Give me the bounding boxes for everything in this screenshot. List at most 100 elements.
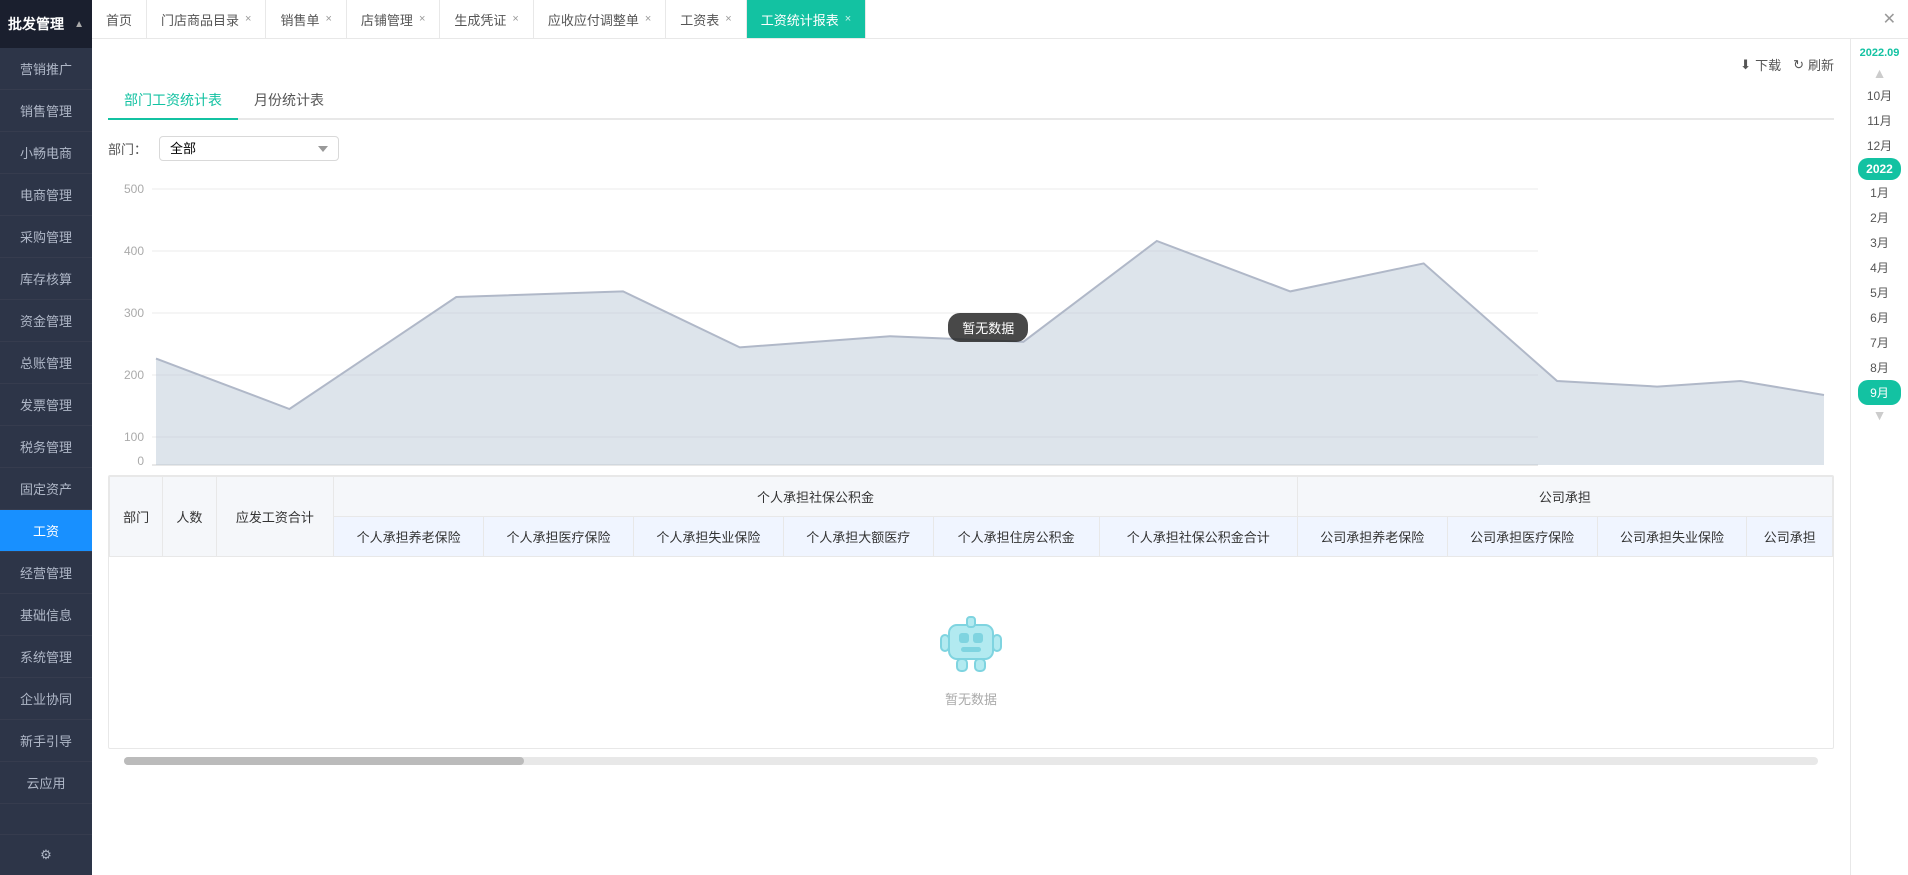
- timeline-month-4[interactable]: 1月: [1858, 180, 1901, 205]
- sidebar-item-13[interactable]: 基础信息: [0, 594, 92, 636]
- download-icon: ⬇: [1740, 57, 1751, 73]
- download-button[interactable]: ⬇ 下载: [1740, 55, 1781, 74]
- timeline-up-arrow[interactable]: ▲: [1873, 63, 1887, 83]
- tab-close-1[interactable]: ×: [245, 14, 251, 25]
- refresh-icon: ↻: [1793, 57, 1804, 73]
- download-label: 下载: [1755, 55, 1781, 74]
- tab-item-3[interactable]: 店铺管理 ×: [347, 0, 440, 38]
- sidebar-item-6[interactable]: 资金管理: [0, 300, 92, 342]
- tab-label-6: 工资表: [680, 10, 719, 29]
- tab-close-4[interactable]: ×: [512, 14, 518, 25]
- sidebar-item-11[interactable]: 工资: [0, 510, 92, 552]
- tab-item-7[interactable]: 工资统计报表×: [747, 0, 866, 38]
- sub-tab-0[interactable]: 部门工资统计表: [108, 82, 238, 120]
- tab-close-7[interactable]: ×: [845, 14, 851, 25]
- sidebar-item-8[interactable]: 发票管理: [0, 384, 92, 426]
- timeline-month-11[interactable]: 8月: [1858, 355, 1901, 380]
- svg-text:200: 200: [124, 368, 144, 382]
- th-personal-medical: 个人承担医疗保险: [484, 517, 634, 557]
- sidebar-item-7[interactable]: 总账管理: [0, 342, 92, 384]
- main-area: 首页门店商品目录×销售单×店铺管理×生成凭证×应收应付调整单×工资表×工资统计报…: [92, 0, 1908, 875]
- horizontal-scrollbar[interactable]: [124, 757, 1818, 765]
- tab-close-2[interactable]: ×: [325, 14, 331, 25]
- empty-state: 暂无数据: [109, 557, 1833, 748]
- th-company-other: 公司承担: [1747, 517, 1833, 557]
- toolbar-right: ⬇ 下载 ↻ 刷新: [1740, 55, 1834, 74]
- sub-tab-1[interactable]: 月份统计表: [238, 82, 340, 120]
- sidebar-item-12[interactable]: 经营管理: [0, 552, 92, 594]
- refresh-label: 刷新: [1808, 55, 1834, 74]
- tab-bar-close-btn[interactable]: ✕: [1871, 1, 1908, 37]
- timeline-month-0[interactable]: 10月: [1858, 83, 1901, 108]
- th-company-medical: 公司承担医疗保险: [1447, 517, 1597, 557]
- scrollbar-thumb[interactable]: [124, 757, 524, 765]
- tab-item-4[interactable]: 生成凭证 ×: [440, 0, 533, 38]
- sidebar-item-0[interactable]: 营销推广: [0, 48, 92, 90]
- tab-close-3[interactable]: ×: [419, 14, 425, 25]
- svg-text:300: 300: [124, 306, 144, 320]
- timeline-panel: 2022.09 ▲ 10月11月12月20221月2月3月4月5月6月7月8月9…: [1850, 39, 1908, 875]
- timeline-month-8[interactable]: 5月: [1858, 280, 1901, 305]
- sidebar-settings[interactable]: ⚙: [0, 834, 92, 875]
- tab-label-4: 生成凭证: [454, 10, 506, 29]
- th-company-pension: 公司承担养老保险: [1297, 517, 1447, 557]
- empty-text: 暂无数据: [945, 689, 997, 708]
- tab-item-0[interactable]: 首页: [92, 0, 147, 38]
- th-personal-total: 个人承担社保公积金合计: [1099, 517, 1297, 557]
- sidebar: 批发管理 ▲ 营销推广销售管理小畅电商电商管理采购管理库存核算资金管理总账管理发…: [0, 0, 92, 875]
- tab-label-2: 销售单: [280, 10, 319, 29]
- chart-container: 500 400 300 200 100 0: [108, 175, 1834, 475]
- tab-close-6[interactable]: ×: [725, 14, 731, 25]
- sidebar-item-16[interactable]: 新手引导: [0, 720, 92, 762]
- th-personal-major-medical: 个人承担大额医疗: [783, 517, 933, 557]
- sidebar-item-5[interactable]: 库存核算: [0, 258, 92, 300]
- tab-bar: 首页门店商品目录×销售单×店铺管理×生成凭证×应收应付调整单×工资表×工资统计报…: [92, 0, 1908, 39]
- timeline-month-10[interactable]: 7月: [1858, 330, 1901, 355]
- th-dept: 部门: [110, 477, 163, 557]
- timeline-month-1[interactable]: 11月: [1858, 108, 1901, 133]
- timeline-month-7[interactable]: 4月: [1858, 255, 1901, 280]
- sidebar-header[interactable]: 批发管理 ▲: [0, 0, 92, 48]
- sidebar-item-2[interactable]: 小畅电商: [0, 132, 92, 174]
- timeline-month-9[interactable]: 6月: [1858, 305, 1901, 330]
- refresh-button[interactable]: ↻ 刷新: [1793, 55, 1834, 74]
- sidebar-item-1[interactable]: 销售管理: [0, 90, 92, 132]
- th-count: 人数: [163, 477, 216, 557]
- dept-filter-select[interactable]: 全部 销售部 采购部 财务部 人事部: [159, 136, 339, 161]
- th-company-unemployment: 公司承担失业保险: [1597, 517, 1747, 557]
- tab-item-2[interactable]: 销售单 ×: [266, 0, 346, 38]
- th-personal-pension: 个人承担养老保险: [334, 517, 484, 557]
- tab-item-6[interactable]: 工资表 ×: [666, 0, 746, 38]
- chart-svg: 500 400 300 200 100 0: [108, 175, 1834, 475]
- timeline-month-3[interactable]: 2022: [1858, 158, 1901, 180]
- th-company-social: 公司承担: [1297, 477, 1832, 517]
- th-personal-social: 个人承担社保公积金: [334, 477, 1298, 517]
- filter-row: 部门： 全部 销售部 采购部 财务部 人事部: [108, 136, 1834, 161]
- th-personal-housing: 个人承担住房公积金: [933, 517, 1099, 557]
- sidebar-item-3[interactable]: 电商管理: [0, 174, 92, 216]
- th-personal-unemployment: 个人承担失业保险: [633, 517, 783, 557]
- sidebar-item-4[interactable]: 采购管理: [0, 216, 92, 258]
- sidebar-item-10[interactable]: 固定资产: [0, 468, 92, 510]
- tab-close-5[interactable]: ×: [645, 14, 651, 25]
- sidebar-item-14[interactable]: 系统管理: [0, 636, 92, 678]
- table-header-row2: 个人承担养老保险 个人承担医疗保险 个人承担失业保险 个人承担大额医疗 个人承担…: [110, 517, 1833, 557]
- timeline-month-5[interactable]: 2月: [1858, 205, 1901, 230]
- tab-label-3: 店铺管理: [361, 10, 413, 29]
- svg-text:100: 100: [124, 430, 144, 444]
- sidebar-title: 批发管理: [8, 14, 64, 34]
- timeline-month-2[interactable]: 12月: [1858, 133, 1901, 158]
- timeline-month-6[interactable]: 3月: [1858, 230, 1901, 255]
- tab-label-5: 应收应付调整单: [548, 10, 639, 29]
- svg-text:0: 0: [137, 454, 144, 468]
- sidebar-item-15[interactable]: 企业协同: [0, 678, 92, 720]
- data-table: 部门 人数 应发工资合计 个人承担社保公积金 公司承担 个人承担养老保险 个人承…: [109, 476, 1833, 557]
- timeline-down-arrow[interactable]: ▼: [1873, 405, 1887, 425]
- tab-label-0: 首页: [106, 10, 132, 29]
- timeline-current: 2022.09: [1860, 47, 1900, 59]
- tab-item-1[interactable]: 门店商品目录×: [147, 0, 266, 38]
- sidebar-item-17[interactable]: 云应用: [0, 762, 92, 804]
- timeline-month-12[interactable]: 9月: [1858, 380, 1901, 405]
- sidebar-item-9[interactable]: 税务管理: [0, 426, 92, 468]
- tab-item-5[interactable]: 应收应付调整单 ×: [534, 0, 666, 38]
